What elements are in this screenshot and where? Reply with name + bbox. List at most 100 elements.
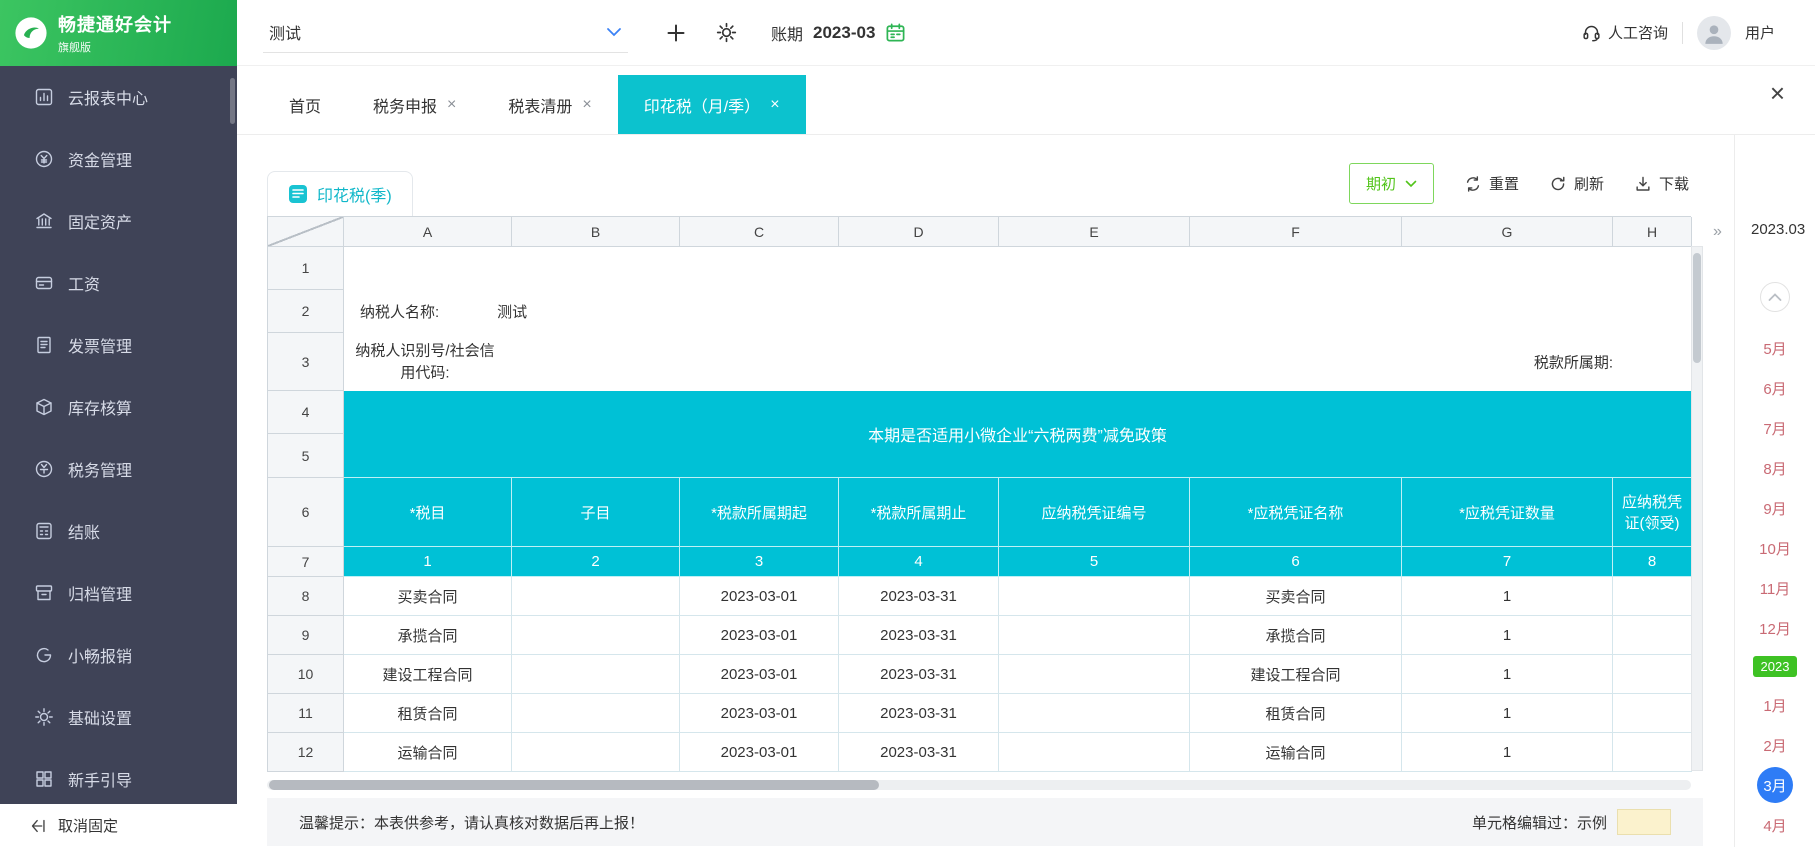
settings-gear-button[interactable]: [716, 22, 737, 43]
horizontal-scrollbar-thumb[interactable]: [269, 780, 879, 790]
row-header[interactable]: 11: [268, 694, 344, 733]
sidebar-item-tax[interactable]: 税务管理: [0, 438, 237, 500]
cell[interactable]: [1613, 616, 1692, 655]
sheet-tab-stamp-quarter[interactable]: 印花税(季): [267, 171, 413, 216]
cell-voucher-name[interactable]: 租赁合同: [1190, 694, 1402, 733]
row-header[interactable]: 6: [268, 478, 344, 547]
row-header[interactable]: 5: [268, 434, 344, 478]
month-item[interactable]: 10月: [1759, 536, 1791, 560]
sidebar-item-fixed-assets[interactable]: 固定资产: [0, 190, 237, 252]
cell-period-end[interactable]: 2023-03-31: [839, 733, 999, 772]
table-header-cell[interactable]: *应税凭证数量: [1402, 478, 1613, 547]
cell-voucher-name[interactable]: 运输合同: [1190, 733, 1402, 772]
account-set-selector[interactable]: 测试: [263, 12, 628, 53]
month-item[interactable]: 9月: [1763, 496, 1786, 520]
index-cell[interactable]: 4: [839, 547, 999, 577]
taxpayer-name-row[interactable]: 纳税人名称: 测试: [344, 290, 1692, 333]
cell-voucher-qty[interactable]: 1: [1402, 655, 1613, 694]
close-page-icon[interactable]: ×: [1770, 80, 1785, 106]
select-all-corner[interactable]: [268, 217, 344, 247]
month-item-active[interactable]: 3月: [1757, 767, 1793, 803]
vertical-scrollbar[interactable]: [1691, 246, 1703, 771]
row-header[interactable]: 1: [268, 247, 344, 290]
scroll-months-up-button[interactable]: [1760, 282, 1790, 312]
tab-tax-register[interactable]: 税表清册 ×: [482, 75, 617, 134]
index-cell[interactable]: 6: [1190, 547, 1402, 577]
sidebar-scrollbar[interactable]: [230, 78, 235, 124]
cell-voucher-qty[interactable]: 1: [1402, 616, 1613, 655]
taxpayer-name-value[interactable]: 测试: [497, 301, 527, 322]
cell[interactable]: [999, 616, 1190, 655]
cell-period-start[interactable]: 2023-03-01: [680, 733, 839, 772]
cell-tax-item[interactable]: 买卖合同: [344, 577, 512, 616]
close-icon[interactable]: ×: [770, 96, 779, 114]
month-item[interactable]: 2月: [1763, 733, 1786, 757]
column-header[interactable]: A: [344, 217, 512, 247]
tab-home[interactable]: 首页: [263, 75, 347, 134]
month-item[interactable]: 1月: [1763, 693, 1786, 717]
table-header-cell[interactable]: 子目: [512, 478, 680, 547]
policy-banner[interactable]: 本期是否适用小微企业“六税两费”减免政策: [344, 391, 1692, 478]
sidebar-item-invoice[interactable]: 发票管理: [0, 314, 237, 376]
cell[interactable]: [512, 694, 680, 733]
month-item[interactable]: 6月: [1763, 376, 1786, 400]
cell[interactable]: [999, 577, 1190, 616]
cell-tax-item[interactable]: 建设工程合同: [344, 655, 512, 694]
sidebar-item-archive[interactable]: 归档管理: [0, 562, 237, 624]
sidebar-item-guide[interactable]: 新手引导: [0, 748, 237, 810]
index-cell[interactable]: 5: [999, 547, 1190, 577]
table-header-cell[interactable]: *税款所属期起: [680, 478, 839, 547]
cell-voucher-qty[interactable]: 1: [1402, 733, 1613, 772]
period-value[interactable]: 2023-03: [813, 23, 875, 43]
month-item[interactable]: 7月: [1763, 416, 1786, 440]
vertical-scrollbar-thumb[interactable]: [1693, 253, 1701, 363]
unpin-sidebar-button[interactable]: 取消固定: [0, 804, 237, 847]
cell-period-start[interactable]: 2023-03-01: [680, 655, 839, 694]
cell[interactable]: [1613, 694, 1692, 733]
cell-voucher-name[interactable]: 承揽合同: [1190, 616, 1402, 655]
month-item[interactable]: 5月: [1763, 336, 1786, 360]
add-account-set-button[interactable]: [666, 23, 686, 43]
download-button[interactable]: 下载: [1634, 173, 1689, 194]
column-header[interactable]: C: [680, 217, 839, 247]
cell[interactable]: [512, 577, 680, 616]
cell-period-start[interactable]: 2023-03-01: [680, 694, 839, 733]
index-cell[interactable]: 7: [1402, 547, 1613, 577]
opening-balance-button[interactable]: 期初: [1348, 163, 1434, 204]
column-header[interactable]: G: [1402, 217, 1613, 247]
collapse-rail-icon[interactable]: »: [1713, 223, 1722, 241]
index-cell[interactable]: 2: [512, 547, 680, 577]
cell-voucher-name[interactable]: 建设工程合同: [1190, 655, 1402, 694]
cell-period-end[interactable]: 2023-03-31: [839, 655, 999, 694]
row-header[interactable]: 10: [268, 655, 344, 694]
sidebar-item-settings[interactable]: 基础设置: [0, 686, 237, 748]
column-header[interactable]: B: [512, 217, 680, 247]
column-header[interactable]: F: [1190, 217, 1402, 247]
refresh-button[interactable]: 刷新: [1549, 173, 1604, 194]
row-header[interactable]: 7: [268, 547, 344, 577]
table-header-cell[interactable]: 应纳税凭证编号: [999, 478, 1190, 547]
column-header[interactable]: H: [1613, 217, 1692, 247]
month-item[interactable]: 12月: [1759, 616, 1791, 640]
sidebar-item-cloud-reports[interactable]: 云报表中心: [0, 66, 237, 128]
cell[interactable]: [1613, 733, 1692, 772]
row-header[interactable]: 2: [268, 290, 344, 333]
cell-tax-item[interactable]: 运输合同: [344, 733, 512, 772]
horizontal-scrollbar[interactable]: [267, 780, 1691, 790]
sidebar-item-inventory[interactable]: 库存核算: [0, 376, 237, 438]
row-header[interactable]: 9: [268, 616, 344, 655]
row-header[interactable]: 8: [268, 577, 344, 616]
cell-period-end[interactable]: 2023-03-31: [839, 577, 999, 616]
row-header[interactable]: 12: [268, 733, 344, 772]
support-link[interactable]: 人工咨询: [1582, 22, 1668, 43]
cell[interactable]: [999, 733, 1190, 772]
calendar-icon[interactable]: [885, 22, 906, 43]
tab-stamp-tax[interactable]: 印花税（月/季） ×: [617, 75, 806, 134]
row-header[interactable]: 4: [268, 391, 344, 434]
column-header[interactable]: E: [999, 217, 1190, 247]
taxpayer-id-row[interactable]: 纳税人识别号/社会信用代码: 税款所属期:: [344, 333, 1692, 391]
sidebar-item-reimburse[interactable]: 小畅报销: [0, 624, 237, 686]
cell[interactable]: [1613, 655, 1692, 694]
table-header-cell[interactable]: 应纳税凭证(领受): [1613, 478, 1692, 547]
month-item[interactable]: 8月: [1763, 456, 1786, 480]
